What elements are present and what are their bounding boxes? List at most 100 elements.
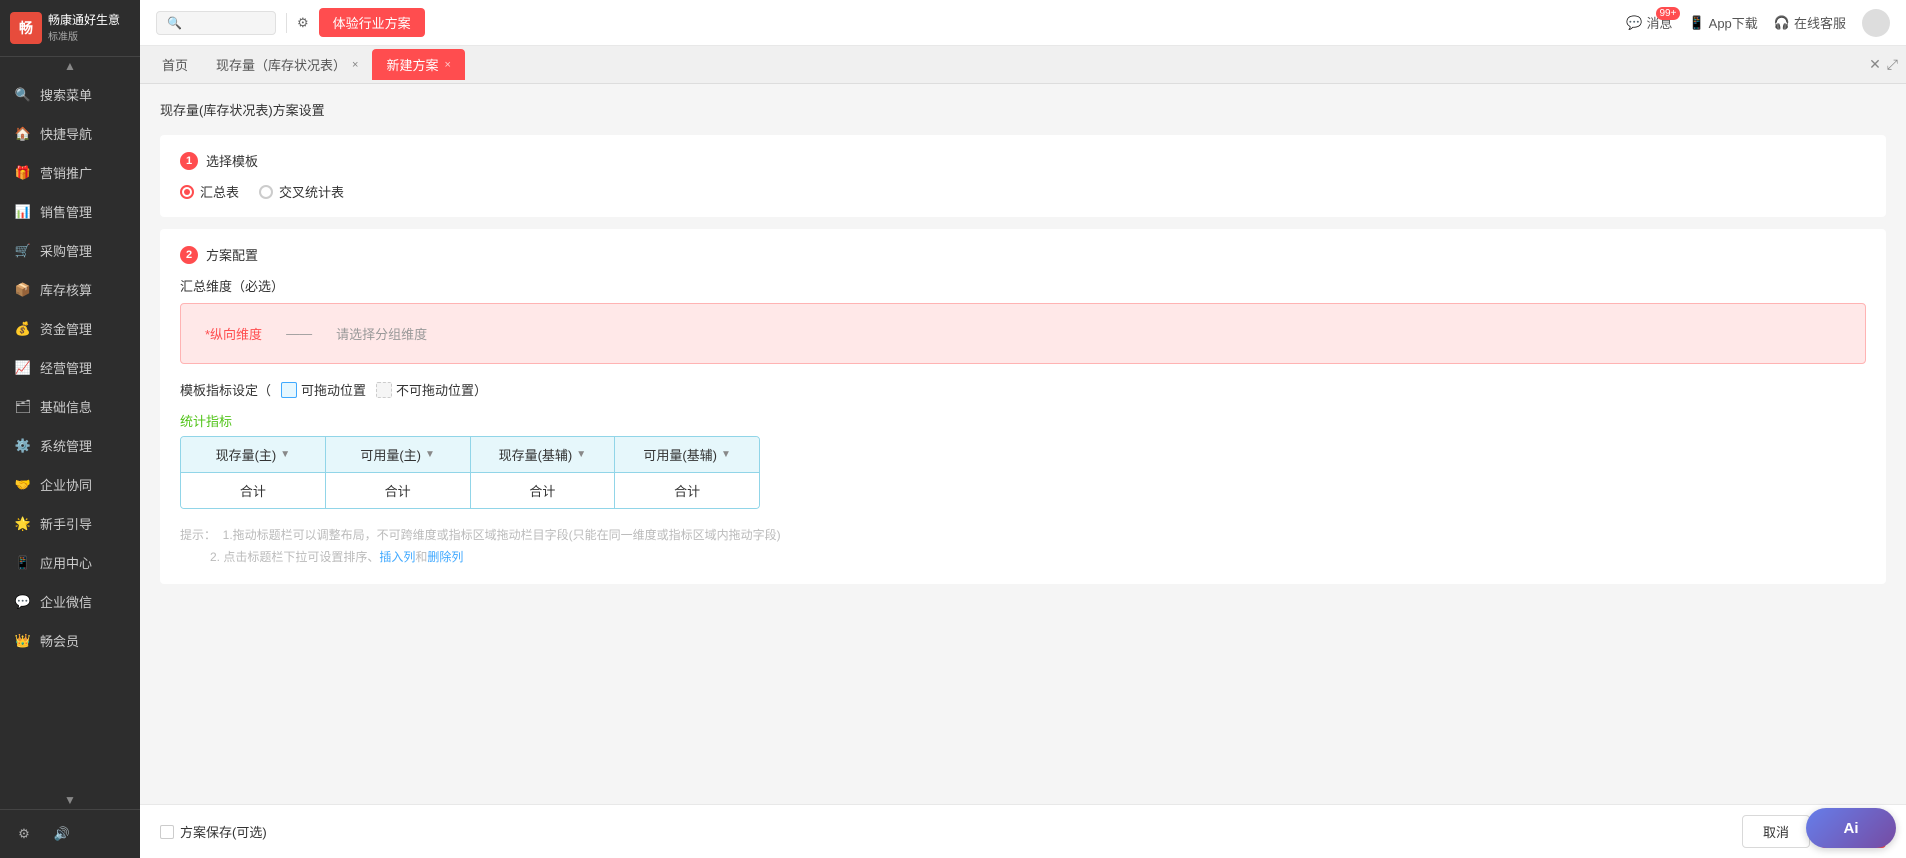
radio-crosstab-circle xyxy=(259,185,273,199)
dimension-arrow: —— xyxy=(278,326,320,341)
save-option[interactable]: 方案保存(可选) xyxy=(160,822,267,841)
sidebar-item-weixin[interactable]: 💬 企业微信 xyxy=(0,582,140,621)
trend-icon: 📈 xyxy=(14,359,32,377)
message-icon: 💬 xyxy=(1626,15,1642,31)
template-radio-group: 汇总表 交叉统计表 xyxy=(180,182,1866,201)
tab-close-icon[interactable]: ✕ xyxy=(1869,56,1881,73)
sidebar-item-member[interactable]: 👑 畅会员 xyxy=(0,621,140,660)
cancel-button[interactable]: 取消 xyxy=(1742,815,1810,848)
step1-label: 1 选择模板 xyxy=(180,151,1866,170)
folder-icon: 🗂 xyxy=(14,398,32,416)
sidebar-item-enterprise[interactable]: 🤝 企业协同 xyxy=(0,465,140,504)
handshake-icon: 🤝 xyxy=(14,476,32,494)
star-icon: 🌟 xyxy=(14,515,32,533)
stats-table-header: 现存量(主) ▼ 可用量(主) ▼ 现存量(基辅) ▼ 可用量(基辅) ▼ xyxy=(181,437,759,472)
topbar-gear-icon[interactable]: ⚙ xyxy=(297,15,309,31)
footer: 方案保存(可选) 取消 查询 xyxy=(140,804,1906,858)
chart-icon: 📊 xyxy=(14,203,32,221)
search-icon: 🔍 xyxy=(14,86,32,104)
cell-1: 合计 xyxy=(326,473,471,508)
sidebar-item-app-center[interactable]: 📱 应用中心 xyxy=(0,543,140,582)
content-area: 现存量(库存状况表)方案设置 1 选择模板 汇总表 交叉统计表 2 xyxy=(140,84,1906,804)
tab-inventory[interactable]: 现存量（库存状况表） × xyxy=(202,49,372,80)
search-icon: 🔍 xyxy=(167,16,182,30)
stats-table: 现存量(主) ▼ 可用量(主) ▼ 现存量(基辅) ▼ 可用量(基辅) ▼ xyxy=(180,436,760,509)
dimension-placeholder: 请选择分组维度 xyxy=(336,324,427,343)
sidebar-scroll-up[interactable]: ▲ xyxy=(0,57,140,75)
hint-line-0: 提示： 1.拖动标题栏可以调整布局，不可跨维度或指标区域拖动栏目字段(只能在同一… xyxy=(180,525,1866,547)
crown-icon: 👑 xyxy=(14,632,32,650)
trial-btn[interactable]: 体验行业方案 xyxy=(319,8,425,37)
hint-box: 提示： 1.拖动标题栏可以调整布局，不可跨维度或指标区域拖动栏目字段(只能在同一… xyxy=(180,525,1866,568)
topbar: 🔍 ⚙ 体验行业方案 💬 消息 99+ 📱 App下载 🎧 在线客服 xyxy=(140,0,1906,46)
ai-float-button[interactable]: Ai xyxy=(1806,808,1896,848)
hint-line-1: 2. 点击标题栏下拉可设置排序、插入列和删除列 xyxy=(180,547,1866,569)
drag-box xyxy=(281,382,297,398)
sidebar-item-purchase[interactable]: 🛒 采购管理 xyxy=(0,231,140,270)
sidebar-item-inventory[interactable]: 📦 库存核算 xyxy=(0,270,140,309)
topbar-search[interactable]: 🔍 xyxy=(156,11,276,35)
sidebar-item-basic-info[interactable]: 🗂 基础信息 xyxy=(0,387,140,426)
sidebar-bottom: ⚙ 🔊 xyxy=(0,809,140,858)
sidebar: 畅 畅康通好生意 标准版 ▲ 🔍 搜索菜单 🏠 快捷导航 🎁 营销推广 📊 销售… xyxy=(0,0,140,858)
app-download-btn[interactable]: 📱 App下载 xyxy=(1688,13,1757,32)
sound-bottom-btn[interactable]: 🔊 xyxy=(48,820,76,848)
sidebar-item-quick-nav[interactable]: 🏠 快捷导航 xyxy=(0,114,140,153)
headset-icon: 🎧 xyxy=(1774,15,1790,31)
sidebar-item-search[interactable]: 🔍 搜索菜单 xyxy=(0,75,140,114)
step1-section: 1 选择模板 汇总表 交叉统计表 xyxy=(160,135,1886,217)
tab-home[interactable]: 首页 xyxy=(148,49,202,80)
tab-new-scheme[interactable]: 新建方案 × xyxy=(372,49,464,80)
message-btn[interactable]: 💬 消息 99+ xyxy=(1626,13,1672,32)
sidebar-item-marketing[interactable]: 🎁 营销推广 xyxy=(0,153,140,192)
cell-3: 合计 xyxy=(615,473,759,508)
tab-expand-icon[interactable]: ⤢ xyxy=(1887,56,1898,73)
sidebar-item-new-guide[interactable]: 🌟 新手引导 xyxy=(0,504,140,543)
app-logo-icon: 畅 xyxy=(10,12,42,44)
settings-bottom-btn[interactable]: ⚙ xyxy=(10,820,38,848)
dimension-box[interactable]: *纵向维度 —— 请选择分组维度 xyxy=(180,303,1866,364)
mobile-icon: 📱 xyxy=(1688,15,1704,31)
col-header-0[interactable]: 现存量(主) ▼ xyxy=(181,437,326,472)
sidebar-item-finance[interactable]: 💰 资金管理 xyxy=(0,309,140,348)
no-draggable-indicator: 不可拖动位置） xyxy=(376,380,487,399)
user-avatar[interactable] xyxy=(1862,9,1890,37)
sidebar-item-operation[interactable]: 📈 经营管理 xyxy=(0,348,140,387)
chat-icon: 💬 xyxy=(14,593,32,611)
main-area: 🔍 ⚙ 体验行业方案 💬 消息 99+ 📱 App下载 🎧 在线客服 首页 xyxy=(140,0,1906,858)
gear-icon: ⚙️ xyxy=(14,437,32,455)
chevron-down-1: ▼ xyxy=(425,449,435,460)
radio-summary[interactable]: 汇总表 xyxy=(180,182,239,201)
topbar-right: 💬 消息 99+ 📱 App下载 🎧 在线客服 xyxy=(1626,9,1890,37)
radio-crosstab[interactable]: 交叉统计表 xyxy=(259,182,344,201)
topbar-divider xyxy=(286,13,287,33)
no-drag-box xyxy=(376,382,392,398)
sidebar-item-system[interactable]: ⚙️ 系统管理 xyxy=(0,426,140,465)
col-header-3[interactable]: 可用量(基辅) ▼ xyxy=(615,437,759,472)
sidebar-scroll-down[interactable]: ▼ xyxy=(0,791,140,809)
cart-icon: 🛒 xyxy=(14,242,32,260)
sidebar-item-sales[interactable]: 📊 销售管理 xyxy=(0,192,140,231)
cell-2: 合计 xyxy=(471,473,616,508)
gift-icon: 🎁 xyxy=(14,164,32,182)
message-badge: 99+ xyxy=(1656,7,1681,20)
page-title: 现存量(库存状况表)方案设置 xyxy=(160,100,1886,119)
sidebar-nav: 🔍 搜索菜单 🏠 快捷导航 🎁 营销推广 📊 销售管理 🛒 采购管理 📦 库存核… xyxy=(0,75,140,791)
tab-inventory-close[interactable]: × xyxy=(352,59,358,71)
radio-summary-circle xyxy=(180,185,194,199)
dimension-required: *纵向维度 xyxy=(205,324,262,343)
col-header-1[interactable]: 可用量(主) ▼ xyxy=(326,437,471,472)
step2-label: 2 方案配置 xyxy=(180,245,1866,264)
summary-dimension-label: 汇总维度（必选） xyxy=(180,276,1866,295)
save-checkbox[interactable] xyxy=(160,825,174,839)
sidebar-logo: 畅 畅康通好生意 标准版 xyxy=(0,0,140,57)
col-header-2[interactable]: 现存量(基辅) ▼ xyxy=(471,437,616,472)
chevron-down-0: ▼ xyxy=(280,449,290,460)
online-service-btn[interactable]: 🎧 在线客服 xyxy=(1774,13,1846,32)
tab-bar: 首页 现存量（库存状况表） × 新建方案 × ✕ ⤢ xyxy=(140,46,1906,84)
box-icon: 📦 xyxy=(14,281,32,299)
tabs-controls: ✕ ⤢ xyxy=(1869,56,1898,73)
draggable-indicator: 可拖动位置 xyxy=(281,380,366,399)
tab-new-scheme-close[interactable]: × xyxy=(444,59,450,71)
app-logo-text: 畅康通好生意 标准版 xyxy=(48,13,120,44)
